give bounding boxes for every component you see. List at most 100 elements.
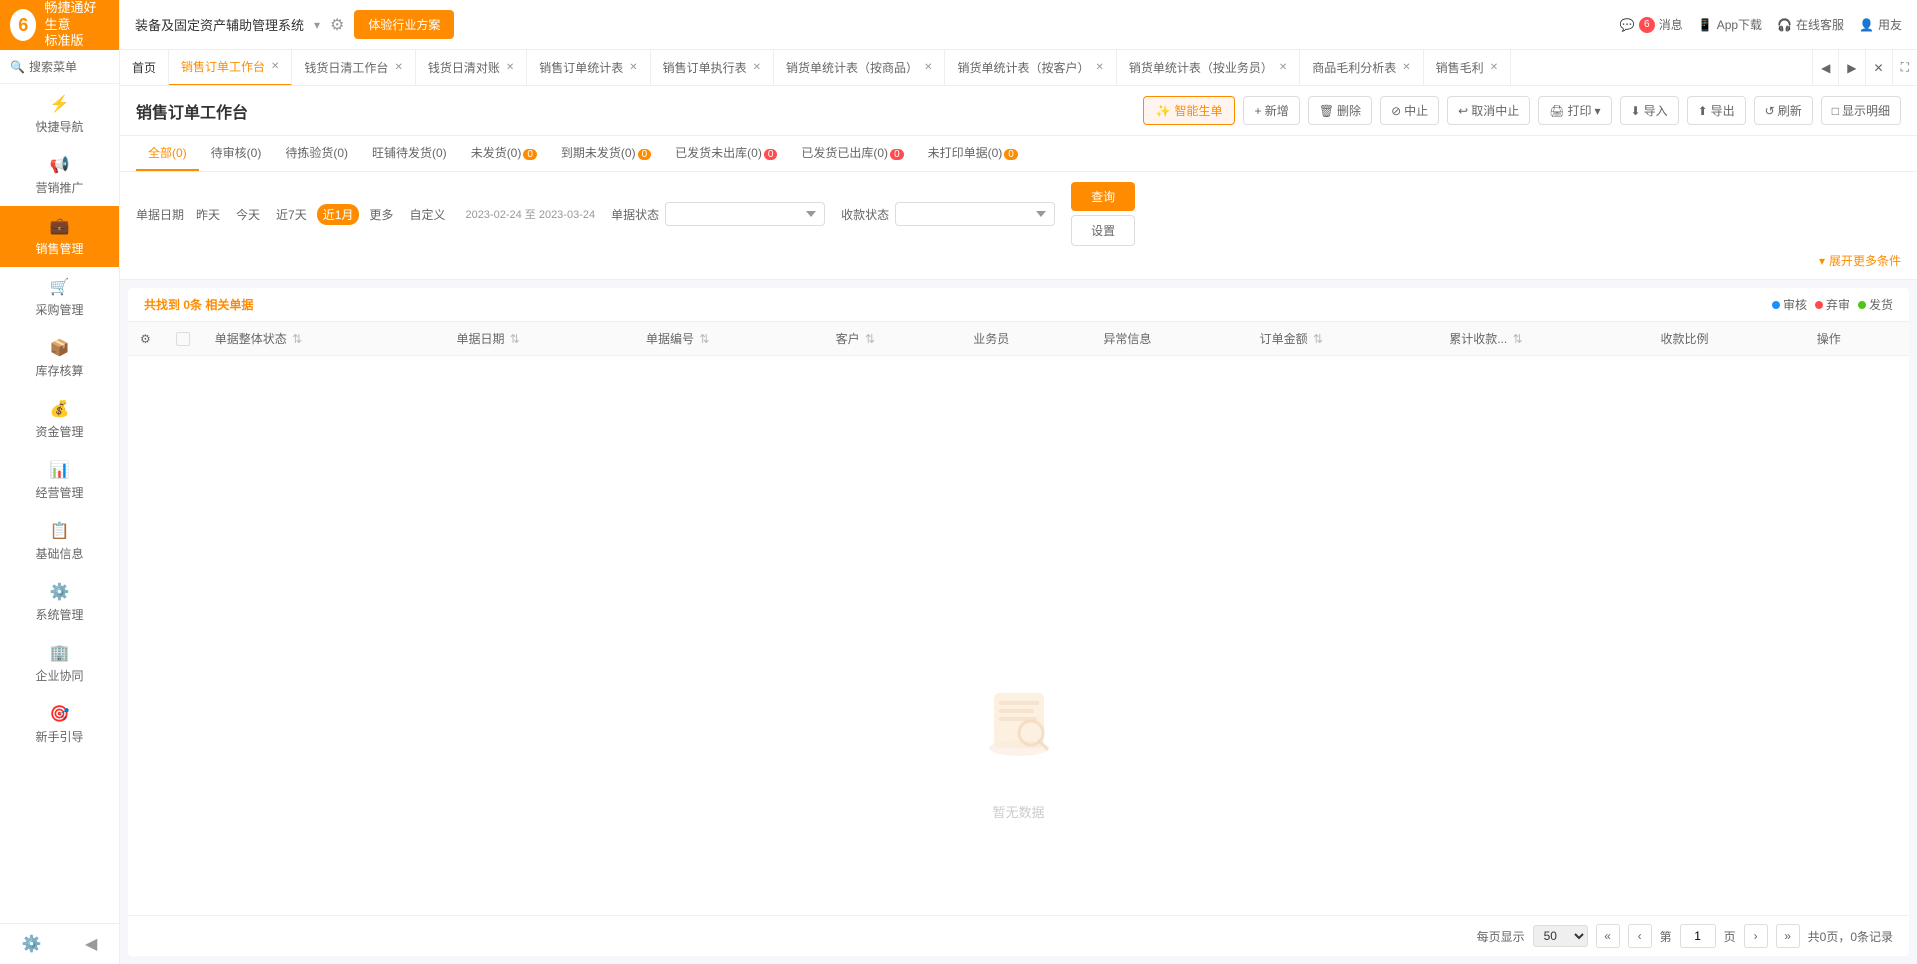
sort-icon[interactable]: ⇅	[292, 332, 302, 346]
status-select[interactable]	[665, 202, 825, 226]
app-download-item[interactable]: 📱 App下载	[1698, 16, 1762, 33]
import-button[interactable]: ⬇ 导入	[1620, 96, 1679, 125]
collapse-icon[interactable]: ◀	[85, 934, 97, 954]
sidebar-item-purchase[interactable]: 🛒采购管理	[0, 267, 119, 328]
date-option-昨天[interactable]: 昨天	[190, 204, 226, 225]
finance-icon: 💰	[50, 399, 70, 419]
tab-close-icon[interactable]: ✕	[1279, 62, 1287, 73]
dropdown-arrow-icon[interactable]: ▾	[314, 18, 320, 32]
tab-sales-stat-staff[interactable]: 销货单统计表（按业务员）✕	[1117, 50, 1300, 86]
filter-tab-not-shipped[interactable]: 未发货(0)0	[459, 136, 549, 171]
abandon-action[interactable]: 弃审	[1815, 296, 1850, 313]
setting-button[interactable]: 设置	[1071, 215, 1135, 246]
sidebar-search[interactable]: 🔍 搜索菜单	[0, 50, 119, 84]
first-page-button[interactable]: «	[1596, 924, 1620, 948]
date-option-自定义[interactable]: 自定义	[403, 204, 451, 225]
experience-button[interactable]: 体验行业方案	[354, 10, 454, 39]
tab-close-icon[interactable]: ✕	[629, 62, 637, 73]
filter-tab-shipped-not-out[interactable]: 已发货未出库(0)0	[663, 136, 789, 171]
tab-sales-stats[interactable]: 销售订单统计表✕	[527, 50, 650, 86]
ship-action[interactable]: 发货	[1858, 296, 1893, 313]
prev-page-button[interactable]: ‹	[1628, 924, 1652, 948]
sidebar-item-guide[interactable]: 🎯新手引导	[0, 694, 119, 755]
filter-tab-shop-pending[interactable]: 旺铺待发货(0)	[360, 136, 459, 171]
date-option-近1月[interactable]: 近1月	[317, 204, 360, 225]
suspend-button[interactable]: ⊘ 中止	[1380, 96, 1439, 125]
date-option-更多[interactable]: 更多	[363, 204, 399, 225]
table-scroll[interactable]: ⚙ 单据整体状态 ⇅ 单据日期 ⇅ 单据编号 ⇅ 客户 ⇅ 业务员 异常信息 订…	[128, 322, 1909, 579]
filter-tab-shipped-out[interactable]: 已发货已出库(0)0	[789, 136, 915, 171]
tab-sales-order[interactable]: 销售订单工作台✕	[169, 50, 292, 86]
date-option-今天[interactable]: 今天	[230, 204, 266, 225]
tab-close-icon[interactable]: ✕	[1095, 62, 1103, 73]
print-button[interactable]: 🖨 打印 ▾	[1538, 96, 1611, 125]
sort-amount-icon[interactable]: ⇅	[1313, 332, 1323, 346]
tab-sales-profit[interactable]: 销售毛利✕	[1424, 50, 1511, 86]
tabs-expand-button[interactable]: ⛶	[1892, 50, 1917, 86]
sidebar-item-marketing[interactable]: 📢营销推广	[0, 145, 119, 206]
filter-tab-label: 旺铺待发货(0)	[372, 146, 447, 160]
export-button[interactable]: ⬆ 导出	[1687, 96, 1746, 125]
filter-tab-pending-review[interactable]: 待审核(0)	[199, 136, 274, 171]
page-number-input[interactable]	[1680, 924, 1716, 948]
sidebar-item-basic[interactable]: 📋基础信息	[0, 511, 119, 572]
refresh-button[interactable]: ↺ 刷新	[1754, 96, 1813, 125]
filter-tab-not-printed[interactable]: 未打印单据(0)0	[916, 136, 1030, 171]
online-service-item[interactable]: 🎧 在线客服	[1777, 16, 1844, 33]
tab-sales-exec[interactable]: 销售订单执行表✕	[651, 50, 774, 86]
filter-tab-label: 未打印单据(0)	[928, 146, 1003, 160]
add-button[interactable]: + 新增	[1243, 96, 1299, 125]
settings-icon[interactable]: ⚙️	[22, 934, 42, 954]
tab-close-icon[interactable]: ✕	[271, 61, 279, 72]
tab-close-icon[interactable]: ✕	[394, 62, 402, 73]
select-all-checkbox[interactable]	[176, 332, 190, 346]
app-icon: 📱	[1698, 18, 1713, 32]
col-checkbox[interactable]	[163, 322, 203, 356]
per-page-select[interactable]: 50 10 20 100	[1533, 925, 1588, 947]
sidebar-item-quick-nav[interactable]: ⚡快捷导航	[0, 84, 119, 145]
tabs-prev-button[interactable]: ◀	[1812, 50, 1838, 86]
tab-sales-stat-product[interactable]: 销货单统计表（按商品）✕	[774, 50, 945, 86]
tab-home[interactable]: 首页	[120, 50, 169, 86]
filter-tab-pending-inspect[interactable]: 待拣验货(0)	[273, 136, 360, 171]
tab-close-icon[interactable]: ✕	[753, 62, 761, 73]
sidebar-item-operations[interactable]: 📊经营管理	[0, 450, 119, 511]
show-detail-checkbox[interactable]: □ 显示明细	[1821, 96, 1901, 125]
sidebar-item-finance[interactable]: 💰资金管理	[0, 389, 119, 450]
topbar-gear-icon[interactable]: ⚙	[330, 15, 344, 35]
expand-filters-button[interactable]: ▾ 展开更多条件	[1819, 252, 1901, 269]
sort-date-icon[interactable]: ⇅	[510, 332, 520, 346]
tab-close-icon[interactable]: ✕	[506, 62, 514, 73]
tab-close-icon[interactable]: ✕	[1490, 62, 1498, 73]
query-button[interactable]: 查询	[1071, 182, 1135, 211]
tab-product-margin[interactable]: 商品毛利分析表✕	[1300, 50, 1423, 86]
cancel-suspend-button[interactable]: ↩ 取消中止	[1447, 96, 1530, 125]
tab-sales-stat-customer[interactable]: 销货单统计表（按客户）✕	[945, 50, 1116, 86]
tab-close-icon[interactable]: ✕	[1402, 62, 1410, 73]
import-icon: ⬇	[1631, 104, 1641, 118]
messages-item[interactable]: 💬 6 消息	[1620, 16, 1683, 33]
filter-tab-all[interactable]: 全部(0)	[136, 136, 199, 171]
tabs-close-all-button[interactable]: ✕	[1865, 50, 1892, 86]
delete-button[interactable]: 🗑 删除	[1308, 96, 1372, 125]
smart-create-button[interactable]: ✨ 智能生单	[1143, 96, 1236, 125]
tabs-next-button[interactable]: ▶	[1838, 50, 1864, 86]
sidebar-item-sales[interactable]: 💼销售管理	[0, 206, 119, 267]
col-setting[interactable]: ⚙	[128, 322, 163, 356]
user-item[interactable]: 👤 用友	[1859, 16, 1902, 33]
review-action[interactable]: 审核	[1772, 296, 1807, 313]
sidebar-item-inventory[interactable]: 📦库存核算	[0, 328, 119, 389]
sidebar-item-enterprise[interactable]: 🏢企业协同	[0, 633, 119, 694]
payment-select[interactable]	[895, 202, 1055, 226]
sort-customer-icon[interactable]: ⇅	[865, 332, 875, 346]
filter-tab-expired-ship[interactable]: 到期未发货(0)0	[549, 136, 663, 171]
sort-number-icon[interactable]: ⇅	[699, 332, 709, 346]
tab-close-icon[interactable]: ✕	[924, 62, 932, 73]
sidebar-item-system[interactable]: ⚙️系统管理	[0, 572, 119, 633]
date-option-近7天[interactable]: 近7天	[270, 204, 313, 225]
tab-cash-reconcile[interactable]: 钱货日清对账✕	[416, 50, 527, 86]
last-page-button[interactable]: »	[1776, 924, 1800, 948]
tab-cash-daily[interactable]: 钱货日清工作台✕	[292, 50, 415, 86]
next-page-button[interactable]: ›	[1744, 924, 1768, 948]
sort-collected-icon[interactable]: ⇅	[1513, 332, 1523, 346]
